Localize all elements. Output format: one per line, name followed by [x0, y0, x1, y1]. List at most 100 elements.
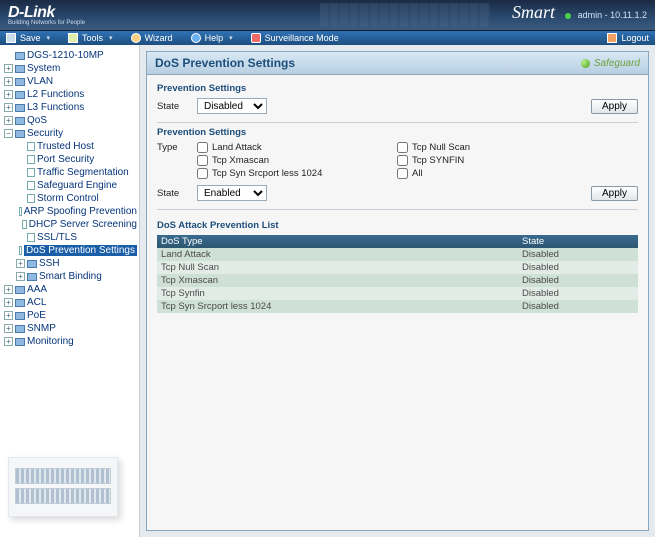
apply2-button[interactable]: Apply: [591, 186, 638, 201]
tree-acl[interactable]: +ACL: [2, 296, 137, 309]
cell-dos-type: Tcp Synfin: [157, 287, 518, 300]
tree-port-security[interactable]: Port Security: [2, 153, 137, 166]
page-title: DoS Prevention Settings: [155, 56, 295, 70]
save-menu[interactable]: Save ▾: [6, 33, 50, 43]
cell-state: Disabled: [518, 300, 638, 313]
check-nullscan-box[interactable]: [397, 142, 408, 153]
content-panel: DoS Prevention Settings Safeguard Preven…: [146, 51, 649, 531]
save-icon: [6, 33, 16, 43]
tree-monitoring[interactable]: +Monitoring: [2, 335, 137, 348]
header-bar: D-Link Building Networks for People Smar…: [0, 0, 655, 31]
tree-ssl[interactable]: SSL/TLS: [2, 231, 137, 244]
port-panel-graphic: [320, 3, 490, 27]
brand-tagline: Building Networks for People: [8, 20, 85, 26]
check-srcport-box[interactable]: [197, 168, 208, 179]
caret-down-icon: ▾: [109, 34, 113, 42]
wizard-label: Wizard: [145, 33, 173, 43]
logout-button[interactable]: Logout: [607, 33, 649, 43]
tree-dos-prevention[interactable]: DoS Prevention Settings: [2, 244, 137, 257]
help-menu[interactable]: Help ▾: [191, 33, 233, 43]
tree-safeguard[interactable]: Safeguard Engine: [2, 179, 137, 192]
expand-icon[interactable]: +: [4, 116, 13, 125]
series-label: Smart: [512, 2, 555, 23]
expand-icon[interactable]: +: [4, 337, 13, 346]
wizard-button[interactable]: Wizard: [131, 33, 173, 43]
expand-icon[interactable]: +: [4, 64, 13, 73]
wizard-icon: [131, 33, 141, 43]
check-synfin-label: Tcp SYNFIN: [412, 155, 464, 166]
tools-icon: [68, 33, 78, 43]
expand-icon[interactable]: +: [4, 285, 13, 294]
table-row: Tcp Null ScanDisabled: [157, 261, 638, 274]
tree-vlan[interactable]: +VLAN: [2, 75, 137, 88]
expand-icon[interactable]: +: [4, 77, 13, 86]
check-land-box[interactable]: [197, 142, 208, 153]
apply1-button[interactable]: Apply: [591, 99, 638, 114]
dos-table: DoS Type State Land AttackDisabledTcp Nu…: [157, 235, 638, 313]
expand-icon[interactable]: +: [4, 324, 13, 333]
tree-smart-binding[interactable]: +Smart Binding: [2, 270, 137, 283]
tree-traffic-seg[interactable]: Traffic Segmentation: [2, 166, 137, 179]
check-all-label: All: [412, 168, 423, 179]
tree-device[interactable]: DGS-1210-10MP: [2, 49, 137, 62]
caret-down-icon: ▾: [229, 34, 233, 42]
type-label: Type: [157, 142, 197, 153]
tree-trusted-host[interactable]: Trusted Host: [2, 140, 137, 153]
type-grid: Type Land Attack Tcp Null Scan Tcp Xmasc…: [157, 142, 638, 179]
tree-arp-spoof[interactable]: ARP Spoofing Prevention: [2, 205, 137, 218]
check-xmascan-box[interactable]: [197, 155, 208, 166]
tree-ssh[interactable]: +SSH: [2, 257, 137, 270]
state2-select[interactable]: DisabledEnabled: [197, 185, 267, 201]
col-state: State: [518, 235, 638, 248]
main-area: DoS Prevention Settings Safeguard Preven…: [140, 45, 655, 537]
check-all[interactable]: All: [397, 168, 597, 179]
check-all-box[interactable]: [397, 168, 408, 179]
check-land[interactable]: Land Attack: [197, 142, 397, 153]
check-nullscan[interactable]: Tcp Null Scan: [397, 142, 597, 153]
tree-storm[interactable]: Storm Control: [2, 192, 137, 205]
expand-icon[interactable]: +: [16, 259, 25, 268]
safeguard-label: Safeguard: [594, 58, 640, 69]
body: DGS-1210-10MP +System +VLAN +L2 Function…: [0, 45, 655, 537]
expand-icon[interactable]: +: [4, 298, 13, 307]
admin-label: admin - 10.11.1.2: [578, 10, 647, 20]
check-srcport[interactable]: Tcp Syn Srcport less 1024: [197, 168, 397, 179]
state2-label: State: [157, 188, 197, 199]
tree-poe[interactable]: +PoE: [2, 309, 137, 322]
logout-label: Logout: [621, 33, 649, 43]
nav-tree: DGS-1210-10MP +System +VLAN +L2 Function…: [0, 45, 140, 537]
collapse-icon[interactable]: −: [4, 129, 13, 138]
surveillance-button[interactable]: Surveillance Mode: [251, 33, 339, 43]
divider: [157, 122, 638, 123]
state1-select[interactable]: DisabledEnabled: [197, 98, 267, 114]
tree-dhcp[interactable]: DHCP Server Screening: [2, 218, 137, 231]
table-row: Tcp Syn Srcport less 1024Disabled: [157, 300, 638, 313]
caret-down-icon: ▾: [47, 34, 51, 42]
tree-security[interactable]: −Security: [2, 127, 137, 140]
expand-icon[interactable]: +: [4, 103, 13, 112]
cell-dos-type: Tcp Xmascan: [157, 274, 518, 287]
expand-icon[interactable]: +: [4, 90, 13, 99]
check-synfin[interactable]: Tcp SYNFIN: [397, 155, 597, 166]
tree-l2[interactable]: +L2 Functions: [2, 88, 137, 101]
tree-aaa[interactable]: +AAA: [2, 283, 137, 296]
help-label: Help: [205, 33, 224, 43]
cell-dos-type: Land Attack: [157, 248, 518, 261]
tools-menu[interactable]: Tools▾: [68, 33, 113, 43]
expand-icon[interactable]: +: [4, 311, 13, 320]
tree-system[interactable]: +System: [2, 62, 137, 75]
divider: [157, 209, 638, 210]
check-xmascan[interactable]: Tcp Xmascan: [197, 155, 397, 166]
admin-info: admin - 10.11.1.2: [565, 10, 647, 20]
tree-l3[interactable]: +L3 Functions: [2, 101, 137, 114]
brand-logo: D-Link Building Networks for People: [8, 4, 85, 26]
tree-snmp[interactable]: +SNMP: [2, 322, 137, 335]
table-row: Land AttackDisabled: [157, 248, 638, 261]
cell-state: Disabled: [518, 274, 638, 287]
table-row: Tcp XmascanDisabled: [157, 274, 638, 287]
save-label: Save: [20, 33, 41, 43]
tree-qos[interactable]: +QoS: [2, 114, 137, 127]
expand-icon[interactable]: +: [16, 272, 25, 281]
check-synfin-box[interactable]: [397, 155, 408, 166]
cell-state: Disabled: [518, 261, 638, 274]
